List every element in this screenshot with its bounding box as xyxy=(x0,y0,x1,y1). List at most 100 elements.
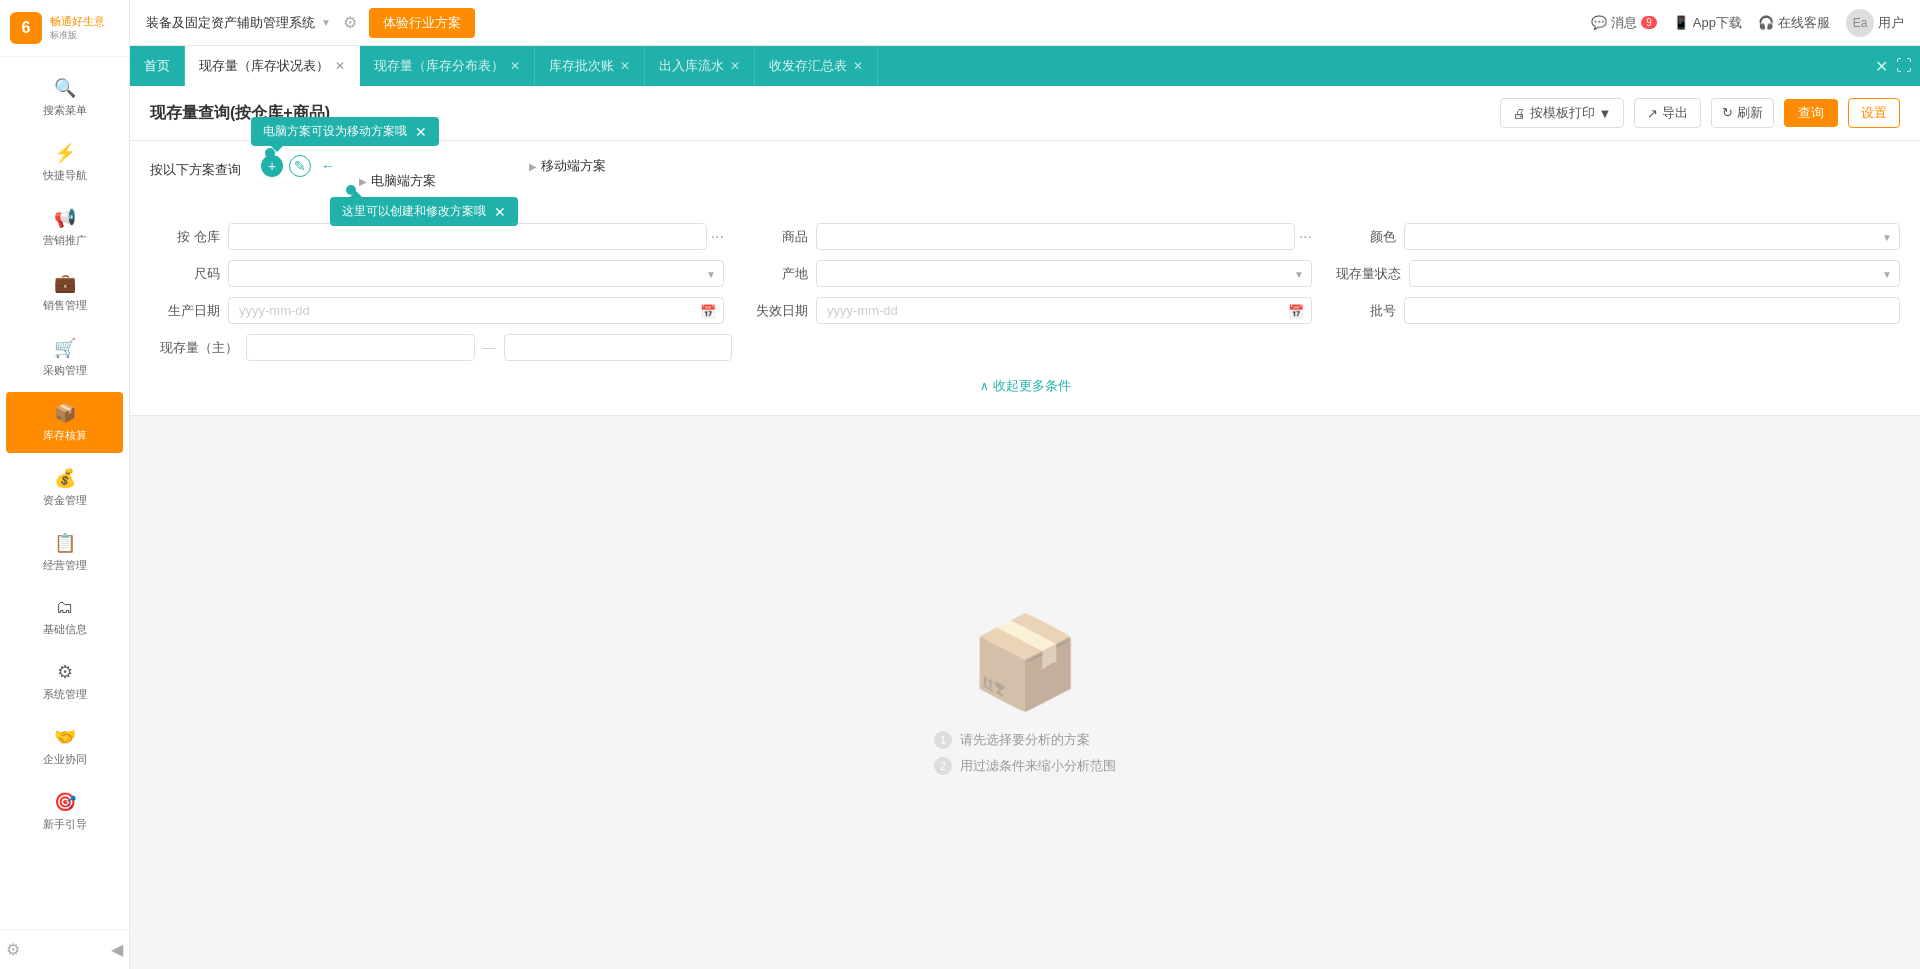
inventory-icon: 📦 xyxy=(54,402,76,424)
main-content: 装备及固定资产辅助管理系统 ▼ ⚙ 体验行业方案 💬 消息 9 📱 App下载 … xyxy=(130,0,1920,969)
basic-info-icon: 🗂 xyxy=(56,597,74,618)
tab-inout-flow-close[interactable]: ✕ xyxy=(730,59,740,73)
sidebar: 6 畅通好生意 标准版 🔍 搜索菜单 ⚡ 快捷导航 📢 营销推广 💼 销售管理 … xyxy=(0,0,130,969)
tabbar-right: ✕ ⛶ xyxy=(1867,57,1920,76)
scheme-controls: + ✎ ← 电脑方案可设为移动方案哦 ✕ xyxy=(261,155,339,177)
collapse-up-icon: ∧ xyxy=(980,379,989,393)
sidebar-bottom: ⚙ ◀ xyxy=(0,929,129,969)
tab-close-all-icon[interactable]: ✕ xyxy=(1875,57,1888,76)
finance-icon: 💰 xyxy=(54,467,76,489)
mobile-scheme-tree: ▶ 移动端方案 xyxy=(529,155,649,177)
sidebar-item-inventory[interactable]: 📦 库存核算 xyxy=(6,392,123,453)
prod-date-input[interactable] xyxy=(228,297,724,324)
color-label: 颜色 xyxy=(1336,228,1396,246)
topbar-gear-icon[interactable]: ⚙ xyxy=(343,13,357,32)
enterprise-icon: 🤝 xyxy=(54,726,76,748)
sidebar-item-enterprise[interactable]: 🤝 企业协同 xyxy=(6,716,123,777)
export-icon: ↗ xyxy=(1647,106,1658,121)
goods-input[interactable] xyxy=(816,223,1295,250)
sidebar-item-system[interactable]: ⚙ 系统管理 xyxy=(6,651,123,712)
empty-state: 📦 1 请先选择要分析的方案 2 用过滤条件来缩小分析范围 xyxy=(130,416,1920,969)
expire-date-cal-icon[interactable]: 📅 xyxy=(1288,303,1304,318)
stock-qty-sep: — xyxy=(483,340,496,355)
edit-scheme-button[interactable]: ✎ xyxy=(289,155,311,177)
field-size: 尺码 ▼ xyxy=(160,260,724,287)
tab-batch-account-close[interactable]: ✕ xyxy=(620,59,630,73)
add-scheme-button[interactable]: + xyxy=(261,155,283,177)
export-button[interactable]: ↗ 导出 xyxy=(1634,98,1701,128)
expire-date-label: 失效日期 xyxy=(748,302,808,320)
tab-inventory-status-close[interactable]: ✕ xyxy=(335,59,345,73)
field-warehouse: 按 仓库 ··· xyxy=(160,223,724,250)
warehouse-dots[interactable]: ··· xyxy=(711,228,724,246)
tooltip2-close[interactable]: ✕ xyxy=(494,204,506,220)
search-icon: 🔍 xyxy=(54,77,76,99)
origin-select[interactable] xyxy=(816,260,1312,287)
online-support-item[interactable]: 🎧 在线客服 xyxy=(1758,14,1830,32)
tab-recv-send[interactable]: 收发存汇总表 ✕ xyxy=(755,46,878,86)
sidebar-item-search[interactable]: 🔍 搜索菜单 xyxy=(6,67,123,128)
refresh-icon: ↻ xyxy=(1722,105,1733,120)
tooltip2-floating: 这里可以创建和修改方案哦 ✕ xyxy=(330,185,518,226)
stock-qty-to-input[interactable] xyxy=(504,334,733,361)
batch-input[interactable] xyxy=(1404,297,1900,324)
collapse-row[interactable]: ∧ 收起更多条件 xyxy=(150,371,1900,401)
sidebar-item-quick-nav[interactable]: ⚡ 快捷导航 xyxy=(6,132,123,193)
tab-home[interactable]: 首页 xyxy=(130,46,185,86)
goods-dots[interactable]: ··· xyxy=(1299,228,1312,246)
expire-date-input[interactable] xyxy=(816,297,1312,324)
tab-inventory-status[interactable]: 现存量（库存状况表） ✕ xyxy=(185,46,360,86)
filter-fields-row1: 按 仓库 ··· 商品 ··· 颜色 ▼ xyxy=(150,223,1900,250)
tooltip2: 这里可以创建和修改方案哦 ✕ xyxy=(330,197,518,226)
color-select[interactable] xyxy=(1404,223,1900,250)
tab-batch-account[interactable]: 库存批次账 ✕ xyxy=(535,46,645,86)
sidebar-item-basic-info[interactable]: 🗂 基础信息 xyxy=(6,587,123,647)
back-scheme-button[interactable]: ← xyxy=(317,155,339,177)
sidebar-item-purchase[interactable]: 🛒 采购管理 xyxy=(6,327,123,388)
sidebar-item-finance[interactable]: 💰 资金管理 xyxy=(6,457,123,518)
sidebar-item-sales[interactable]: 💼 销售管理 xyxy=(6,262,123,323)
message-badge: 9 xyxy=(1641,16,1657,29)
filter-fields-row2: 尺码 ▼ 产地 ▼ 现存量状态 ▼ xyxy=(150,260,1900,287)
collapse-sidebar-icon[interactable]: ◀ xyxy=(111,940,123,959)
logo-icon: 6 xyxy=(10,12,42,44)
size-select[interactable] xyxy=(228,260,724,287)
warehouse-label: 按 仓库 xyxy=(160,228,220,246)
tab-expand-icon[interactable]: ⛶ xyxy=(1896,57,1912,75)
refresh-button[interactable]: ↻ 刷新 xyxy=(1711,98,1774,128)
sidebar-item-operations[interactable]: 📋 经营管理 xyxy=(6,522,123,583)
prod-date-label: 生产日期 xyxy=(160,302,220,320)
tab-recv-send-close[interactable]: ✕ xyxy=(853,59,863,73)
trial-button[interactable]: 体验行业方案 xyxy=(369,8,475,38)
field-stock-status: 现存量状态 ▼ xyxy=(1336,260,1900,287)
tab-inout-flow[interactable]: 出入库流水 ✕ xyxy=(645,46,755,86)
field-color: 颜色 ▼ xyxy=(1336,223,1900,250)
filter-area: 按以下方案查询 + ✎ ← 电脑方案可设为移动方案哦 ✕ xyxy=(130,141,1920,416)
app-download-item[interactable]: 📱 App下载 xyxy=(1673,14,1742,32)
message-item[interactable]: 💬 消息 9 xyxy=(1591,14,1657,32)
logo-name: 畅通好生意 xyxy=(50,14,105,28)
newbie-icon: 🎯 xyxy=(54,791,76,813)
filter-fields-row4: 现存量（主） — xyxy=(150,334,1900,361)
stock-qty-from-input[interactable] xyxy=(246,334,475,361)
tab-inventory-dist-close[interactable]: ✕ xyxy=(510,59,520,73)
tooltip1-close[interactable]: ✕ xyxy=(415,124,427,140)
prod-date-cal-icon[interactable]: 📅 xyxy=(700,303,716,318)
system-name: 装备及固定资产辅助管理系统 xyxy=(146,14,315,32)
sidebar-item-newbie[interactable]: 🎯 新手引导 xyxy=(6,781,123,842)
reset-button[interactable]: 设置 xyxy=(1848,98,1900,128)
warehouse-input[interactable] xyxy=(228,223,707,250)
user-item[interactable]: Ea 用户 xyxy=(1846,9,1904,37)
query-button[interactable]: 查询 xyxy=(1784,99,1838,127)
sidebar-item-marketing[interactable]: 📢 营销推广 xyxy=(6,197,123,258)
settings-bottom-icon[interactable]: ⚙ xyxy=(6,940,20,959)
stock-status-select[interactable] xyxy=(1409,260,1900,287)
operations-icon: 📋 xyxy=(54,532,76,554)
tip-num-2: 2 xyxy=(934,757,952,775)
tab-inventory-dist[interactable]: 现存量（库存分布表） ✕ xyxy=(360,46,535,86)
print-button[interactable]: 🖨 按模板打印 ▼ xyxy=(1500,98,1625,128)
batch-label: 批号 xyxy=(1336,302,1396,320)
system-arrow-icon: ▼ xyxy=(321,17,331,28)
topbar-system: 装备及固定资产辅助管理系统 ▼ xyxy=(146,14,331,32)
mobile-scheme-node[interactable]: ▶ 移动端方案 xyxy=(529,155,649,177)
